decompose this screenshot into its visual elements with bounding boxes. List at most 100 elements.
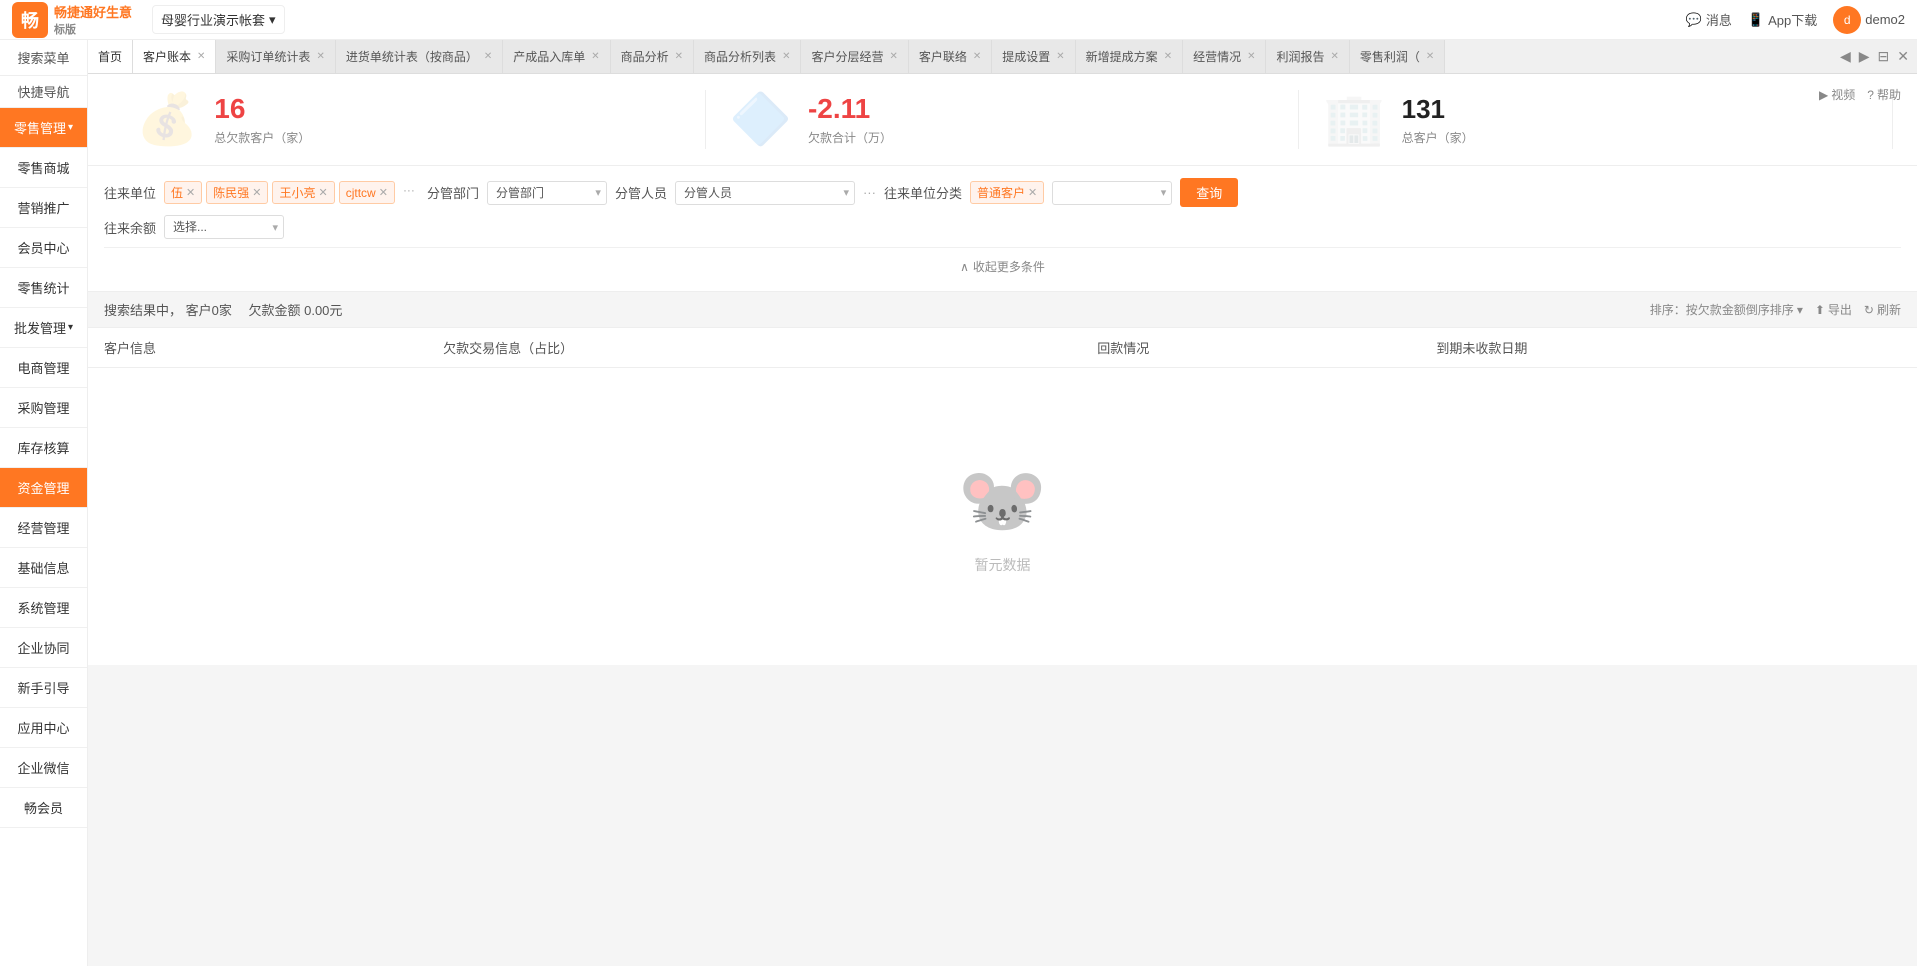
sidebar-item-retail-mall[interactable]: 零售商城	[0, 148, 87, 188]
logo-area: 畅 畅捷通好生意 标版	[12, 2, 132, 38]
tab-product-inbound[interactable]: 产成品入库单 ✕	[503, 40, 610, 74]
sidebar-item-member-center[interactable]: 会员中心	[0, 228, 87, 268]
chevron-up-icon: ∧	[960, 260, 969, 274]
unit-class-tag-common[interactable]: 普通客户 ✕	[970, 181, 1044, 204]
unit-tag-wang[interactable]: 王小亮 ✕	[272, 181, 334, 204]
sidebar-item-purchase[interactable]: 采购管理	[0, 388, 87, 428]
tab-customer-tier[interactable]: 客户分层经营 ✕	[801, 40, 908, 74]
query-button[interactable]: 查询	[1180, 178, 1238, 207]
sidebar-item-basic-info[interactable]: 基础信息	[0, 548, 87, 588]
help-link[interactable]: ? 帮助	[1867, 86, 1901, 103]
sort-label[interactable]: 排序：按欠款金额倒序排序 ▾	[1650, 301, 1803, 318]
close-tab-profit-report[interactable]: ✕	[1331, 51, 1339, 62]
sidebar-quick-nav[interactable]: 快捷导航	[0, 76, 87, 108]
tab-new-promotion[interactable]: 新增提成方案 ✕	[1076, 40, 1183, 74]
unit-tags-more[interactable]: ···	[399, 181, 419, 204]
tabs-menu-btn[interactable]: ⊟	[1876, 46, 1892, 67]
remove-tag-wu[interactable]: ✕	[186, 186, 195, 199]
logo-sub: 标版	[54, 21, 132, 37]
dept-select[interactable]: 分管部门	[487, 181, 607, 205]
sidebar-item-finance[interactable]: 资金管理	[0, 468, 87, 508]
close-tab-purchase-stats[interactable]: ✕	[484, 51, 492, 62]
col-overdue-info: 欠款交易信息（占比）	[427, 328, 1081, 368]
sidebar-item-operations[interactable]: 经营管理	[0, 508, 87, 548]
empty-row: 🐭 暂元数据	[88, 368, 1917, 666]
tab-retail-profit[interactable]: 零售利润（ ✕	[1350, 40, 1445, 74]
unit-class-select[interactable]	[1052, 181, 1172, 205]
logo-main: 畅捷通好生意	[54, 2, 132, 21]
video-link[interactable]: ▶ 视频	[1819, 86, 1855, 103]
manager-select[interactable]: 分管人员	[675, 181, 855, 205]
sidebar-search[interactable]: 搜索菜单	[0, 40, 87, 76]
tab-home[interactable]: 首页	[88, 40, 133, 74]
balance-select[interactable]: 选择...	[164, 215, 284, 239]
tab-profit-report[interactable]: 利润报告 ✕	[1266, 40, 1349, 74]
user-area[interactable]: d demo2	[1833, 6, 1905, 34]
refresh-btn[interactable]: ↻ 刷新	[1864, 301, 1901, 318]
sidebar-item-enterprise-collab[interactable]: 企业协同	[0, 628, 87, 668]
manager-more-icon[interactable]: ···	[863, 185, 876, 200]
col-overdue-date: 到期未收款日期	[1420, 328, 1917, 368]
sidebar-item-retail-management[interactable]: 零售管理 ▾	[0, 108, 87, 148]
top-right: 💬 消息 📱 App下载 d demo2	[1686, 6, 1905, 34]
close-tab-product-analysis-list[interactable]: ✕	[782, 51, 790, 62]
tab-customer-account[interactable]: 客户账本 ✕	[133, 40, 216, 74]
collapse-button[interactable]: ∧ 收起更多条件	[952, 254, 1053, 279]
export-icon: ⬆	[1815, 303, 1825, 317]
sidebar-item-wholesale-management[interactable]: 批发管理 ▾	[0, 308, 87, 348]
close-tab-new-promotion[interactable]: ✕	[1164, 51, 1172, 62]
export-btn[interactable]: ⬆ 导出	[1815, 301, 1852, 318]
app-download-btn[interactable]: 📱 App下载	[1748, 10, 1817, 29]
logo-text: 畅捷通好生意 标版	[54, 2, 132, 37]
close-tab-customer-tier[interactable]: ✕	[889, 51, 897, 62]
tabs-next-btn[interactable]: ▶	[1857, 46, 1872, 67]
dept-select-wrap: 分管部门	[487, 181, 607, 205]
tab-purchase-order[interactable]: 采购订单统计表 ✕	[216, 40, 335, 74]
close-tab-product-analysis[interactable]: ✕	[675, 51, 683, 62]
close-tab-customer-account[interactable]: ✕	[197, 51, 205, 62]
refresh-icon: ↻	[1864, 303, 1874, 317]
filter-area: 往来单位 伍 ✕ 陈民强 ✕ 王小亮 ✕	[88, 166, 1917, 292]
message-btn[interactable]: 💬 消息	[1686, 10, 1732, 29]
sidebar-item-system[interactable]: 系统管理	[0, 588, 87, 628]
close-tab-product-inbound[interactable]: ✕	[591, 51, 599, 62]
close-tab-retail-profit[interactable]: ✕	[1426, 51, 1434, 62]
tabs-prev-btn[interactable]: ◀	[1838, 46, 1853, 67]
unit-tag-wu[interactable]: 伍 ✕	[164, 181, 202, 204]
sidebar-item-new-guide[interactable]: 新手引导	[0, 668, 87, 708]
tabs-close-all-btn[interactable]: ✕	[1895, 46, 1911, 67]
sidebar-item-vip-member[interactable]: 畅会员	[0, 788, 87, 828]
remove-tag-wang[interactable]: ✕	[319, 186, 328, 199]
sidebar-item-retail-stats[interactable]: 零售统计	[0, 268, 87, 308]
filter-row-1: 往来单位 伍 ✕ 陈民强 ✕ 王小亮 ✕	[104, 178, 1901, 207]
sidebar-item-app-center[interactable]: 应用中心	[0, 708, 87, 748]
overdue-customers-number: 16	[214, 93, 310, 125]
empty-text: 暂元数据	[975, 555, 1031, 575]
remove-tag-common[interactable]: ✕	[1028, 186, 1037, 199]
results-bar: 搜索结果中， 客户0家 欠款金额 0.00元 排序：按欠款金额倒序排序 ▾ ⬆ …	[88, 292, 1917, 328]
close-tab-business-overview[interactable]: ✕	[1247, 51, 1255, 62]
chevron-icon2: ▾	[68, 322, 73, 333]
close-tab-customer-contact[interactable]: ✕	[973, 51, 981, 62]
tab-product-analysis[interactable]: 商品分析 ✕	[611, 40, 694, 74]
account-select[interactable]: 母婴行业演示帐套 ▾	[152, 5, 285, 34]
tab-business-overview[interactable]: 经营情况 ✕	[1183, 40, 1266, 74]
tab-product-analysis-list[interactable]: 商品分析列表 ✕	[694, 40, 801, 74]
summary-card-total-customers: 🏢 131 总客户（家）	[1299, 90, 1893, 149]
tab-customer-contact[interactable]: 客户联络 ✕	[909, 40, 992, 74]
remove-tag-cjttcw[interactable]: ✕	[379, 186, 388, 199]
close-tab-promotion-settings[interactable]: ✕	[1056, 51, 1064, 62]
sidebar-item-ecommerce[interactable]: 电商管理	[0, 348, 87, 388]
overdue-customers-label: 总欠款客户（家）	[214, 129, 310, 146]
unit-tag-cjttcw[interactable]: cjttcw ✕	[339, 181, 395, 204]
close-tab-purchase-order[interactable]: ✕	[316, 51, 324, 62]
tab-purchase-stats[interactable]: 进货单统计表（按商品） ✕	[336, 40, 503, 74]
tab-promotion-settings[interactable]: 提成设置 ✕	[992, 40, 1075, 74]
sidebar-item-enterprise-wechat[interactable]: 企业微信	[0, 748, 87, 788]
total-customers-number: 131	[1402, 94, 1474, 125]
unit-class-tags: 普通客户 ✕	[970, 181, 1044, 204]
unit-tag-chen[interactable]: 陈民强 ✕	[206, 181, 268, 204]
sidebar-item-inventory[interactable]: 库存核算	[0, 428, 87, 468]
remove-tag-chen[interactable]: ✕	[252, 186, 261, 199]
sidebar-item-marketing[interactable]: 营销推广	[0, 188, 87, 228]
